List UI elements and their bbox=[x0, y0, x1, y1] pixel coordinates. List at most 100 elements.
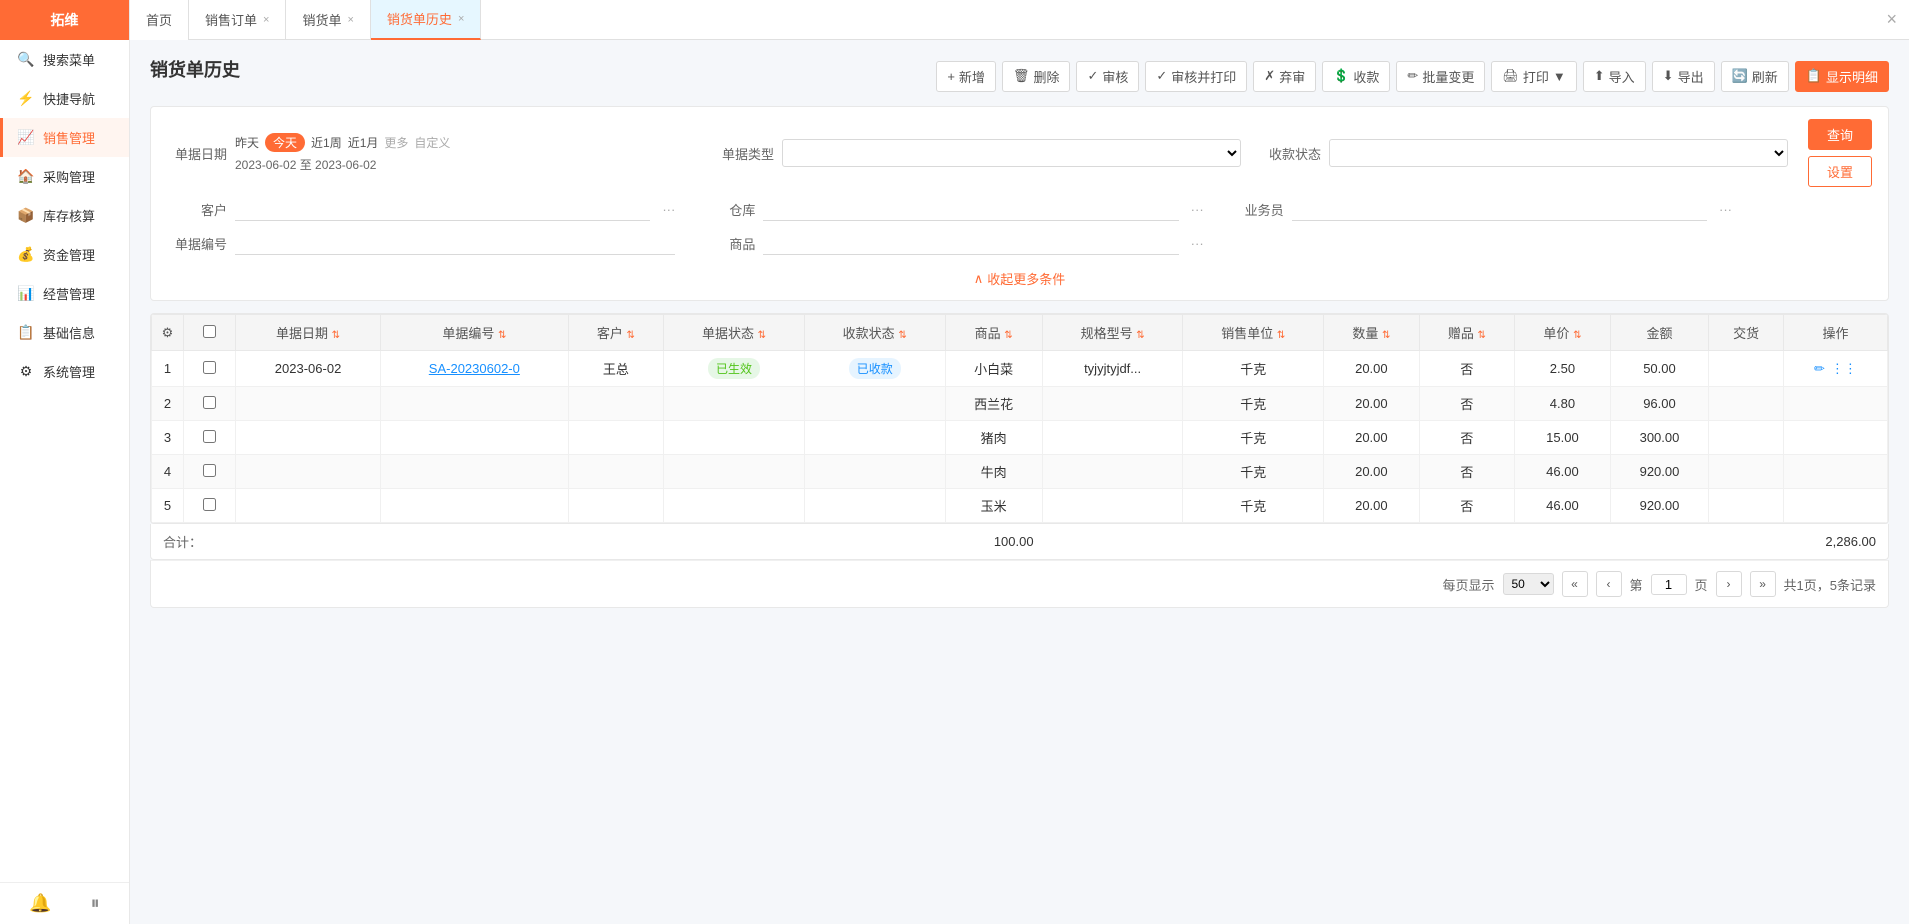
cell-quantity: 20.00 bbox=[1324, 351, 1420, 387]
cell-collect-status: 已收款 bbox=[804, 351, 945, 387]
row-checkbox[interactable] bbox=[203, 361, 216, 374]
import-button[interactable]: ⬆ 导入 bbox=[1583, 61, 1646, 92]
filter-staff-input[interactable] bbox=[1292, 197, 1707, 221]
sidebar-item-operation[interactable]: 📊 经营管理 bbox=[0, 274, 129, 313]
sidebar-item-quick-nav[interactable]: ⚡ 快捷导航 bbox=[0, 79, 129, 118]
date-yesterday[interactable]: 昨天 bbox=[235, 134, 259, 151]
date-last-month[interactable]: 近1月 bbox=[348, 134, 379, 151]
cell-checkbox[interactable] bbox=[184, 489, 236, 523]
set-button[interactable]: 设置 bbox=[1808, 156, 1872, 187]
tab-sales-history[interactable]: 销货单历史 × bbox=[371, 0, 481, 40]
filter-staff-dots[interactable]: ··· bbox=[1719, 202, 1732, 217]
sort-collect-status[interactable]: ⇅ bbox=[898, 330, 906, 341]
abandon-button[interactable]: ✗ 弃审 bbox=[1253, 61, 1316, 92]
filter-warehouse-dots[interactable]: ··· bbox=[1191, 202, 1204, 217]
tab-sales-order-close[interactable]: × bbox=[263, 14, 269, 26]
add-button[interactable]: + 新增 bbox=[936, 61, 996, 92]
table-col-amount: 金额 bbox=[1610, 315, 1709, 351]
page-last-btn[interactable]: » bbox=[1750, 571, 1776, 597]
tab-home[interactable]: 首页 bbox=[130, 0, 189, 40]
finance-icon: 💰 bbox=[17, 246, 35, 263]
page-next-btn[interactable]: › bbox=[1716, 571, 1742, 597]
filter-doc-no-input[interactable] bbox=[235, 231, 675, 255]
collect-button[interactable]: 💲 收款 bbox=[1322, 61, 1390, 92]
filter-warehouse-input[interactable] bbox=[763, 197, 1178, 221]
sort-customer[interactable]: ⇅ bbox=[627, 330, 635, 341]
tab-sales-history-close[interactable]: × bbox=[458, 13, 464, 25]
cell-checkbox[interactable] bbox=[184, 387, 236, 421]
print-button[interactable]: 🖨 打印 ▼ bbox=[1491, 61, 1576, 92]
filter-collect-status-select[interactable] bbox=[1329, 139, 1788, 167]
refresh-button[interactable]: 🔄 刷新 bbox=[1721, 61, 1789, 92]
tab-sales-goods-close[interactable]: × bbox=[347, 14, 353, 26]
query-button[interactable]: 查询 bbox=[1808, 119, 1872, 150]
batch-change-button[interactable]: ✏ 批量变更 bbox=[1396, 61, 1485, 92]
sort-doc-status[interactable]: ⇅ bbox=[758, 330, 766, 341]
page-number-input[interactable] bbox=[1651, 574, 1687, 595]
row-checkbox[interactable] bbox=[203, 430, 216, 443]
sidebar-item-finance[interactable]: 💰 资金管理 bbox=[0, 235, 129, 274]
audit-print-icon: ✓ bbox=[1156, 68, 1167, 84]
page-first-btn[interactable]: « bbox=[1562, 571, 1588, 597]
action-edit[interactable]: ✏ bbox=[1814, 361, 1825, 377]
sales-icon: 📈 bbox=[17, 129, 35, 146]
cell-doc-no bbox=[381, 421, 569, 455]
batch-change-icon: ✏ bbox=[1407, 68, 1418, 84]
tab-sales-order[interactable]: 销售订单 × bbox=[189, 0, 286, 40]
doc-no-link[interactable]: SA-20230602-0 bbox=[429, 361, 520, 376]
tab-sales-goods[interactable]: 销货单 × bbox=[286, 0, 370, 40]
row-checkbox[interactable] bbox=[203, 396, 216, 409]
filter-customer-dots[interactable]: ··· bbox=[662, 202, 675, 217]
audit-button[interactable]: ✓ 审核 bbox=[1076, 61, 1139, 92]
cell-checkbox[interactable] bbox=[184, 455, 236, 489]
date-more[interactable]: 更多 bbox=[384, 134, 408, 151]
date-last7[interactable]: 近1周 bbox=[311, 134, 342, 151]
collapse-button[interactable]: ∧ 收起更多条件 bbox=[167, 265, 1872, 288]
page-prev-btn[interactable]: ‹ bbox=[1596, 571, 1622, 597]
row-checkbox[interactable] bbox=[203, 498, 216, 511]
tab-bar-close-all[interactable]: × bbox=[1886, 9, 1909, 30]
sort-sales-unit[interactable]: ⇅ bbox=[1277, 330, 1285, 341]
sort-goods[interactable]: ⇅ bbox=[1004, 330, 1012, 341]
date-today[interactable]: 今天 bbox=[265, 133, 305, 152]
show-detail-button[interactable]: 📋 显示明细 bbox=[1795, 61, 1889, 92]
filter-goods-dots[interactable]: ··· bbox=[1191, 236, 1204, 251]
select-all-checkbox[interactable] bbox=[203, 325, 216, 338]
sidebar-item-sales[interactable]: 📈 销售管理 bbox=[0, 118, 129, 157]
delete-button[interactable]: 🗑 删除 bbox=[1002, 61, 1071, 92]
table-col-checkbox[interactable] bbox=[184, 315, 236, 351]
filter-doc-type-select[interactable] bbox=[782, 139, 1241, 167]
filter-customer-input[interactable] bbox=[235, 197, 650, 221]
sidebar-item-system[interactable]: ⚙ 系统管理 bbox=[0, 352, 129, 391]
sidebar-item-inventory[interactable]: 📦 库存核算 bbox=[0, 196, 129, 235]
sidebar-item-purchase[interactable]: 🏠 采购管理 bbox=[0, 157, 129, 196]
sort-doc-no[interactable]: ⇅ bbox=[498, 330, 506, 341]
sort-unit-price[interactable]: ⇅ bbox=[1573, 330, 1581, 341]
sidebar-pause-btn[interactable]: ⏸ bbox=[91, 893, 100, 914]
delete-icon: 🗑 bbox=[1013, 68, 1030, 84]
export-button[interactable]: ⬇ 导出 bbox=[1652, 61, 1715, 92]
sort-quantity[interactable]: ⇅ bbox=[1382, 330, 1390, 341]
filter-goods-input[interactable] bbox=[763, 231, 1178, 255]
sort-spec[interactable]: ⇅ bbox=[1136, 330, 1144, 341]
sidebar-notification-btn[interactable]: 🔔 bbox=[29, 893, 51, 914]
collapse-label: 收起更多条件 bbox=[987, 269, 1065, 288]
cell-checkbox[interactable] bbox=[184, 421, 236, 455]
audit-print-button[interactable]: ✓ 审核并打印 bbox=[1145, 61, 1247, 92]
date-custom[interactable]: 自定义 bbox=[414, 134, 450, 151]
sidebar-item-base[interactable]: 📋 基础信息 bbox=[0, 313, 129, 352]
cell-customer bbox=[568, 455, 664, 489]
cell-unit-price: 4.80 bbox=[1515, 387, 1611, 421]
cell-checkbox[interactable] bbox=[184, 351, 236, 387]
action-more[interactable]: ⋮⋮ bbox=[1831, 361, 1857, 377]
refresh-icon: 🔄 bbox=[1732, 68, 1748, 84]
table-col-sales-unit: 销售单位 ⇅ bbox=[1183, 315, 1324, 351]
cell-gift: 否 bbox=[1419, 351, 1515, 387]
page-size-select[interactable]: 50 20 100 bbox=[1503, 573, 1554, 595]
cell-spec bbox=[1042, 489, 1183, 523]
sort-gift[interactable]: ⇅ bbox=[1478, 330, 1486, 341]
row-checkbox[interactable] bbox=[203, 464, 216, 477]
sidebar-item-search[interactable]: 🔍 搜索菜单 bbox=[0, 40, 129, 79]
sort-doc-date[interactable]: ⇅ bbox=[332, 330, 340, 341]
table-col-gear[interactable]: ⚙ bbox=[152, 315, 184, 351]
